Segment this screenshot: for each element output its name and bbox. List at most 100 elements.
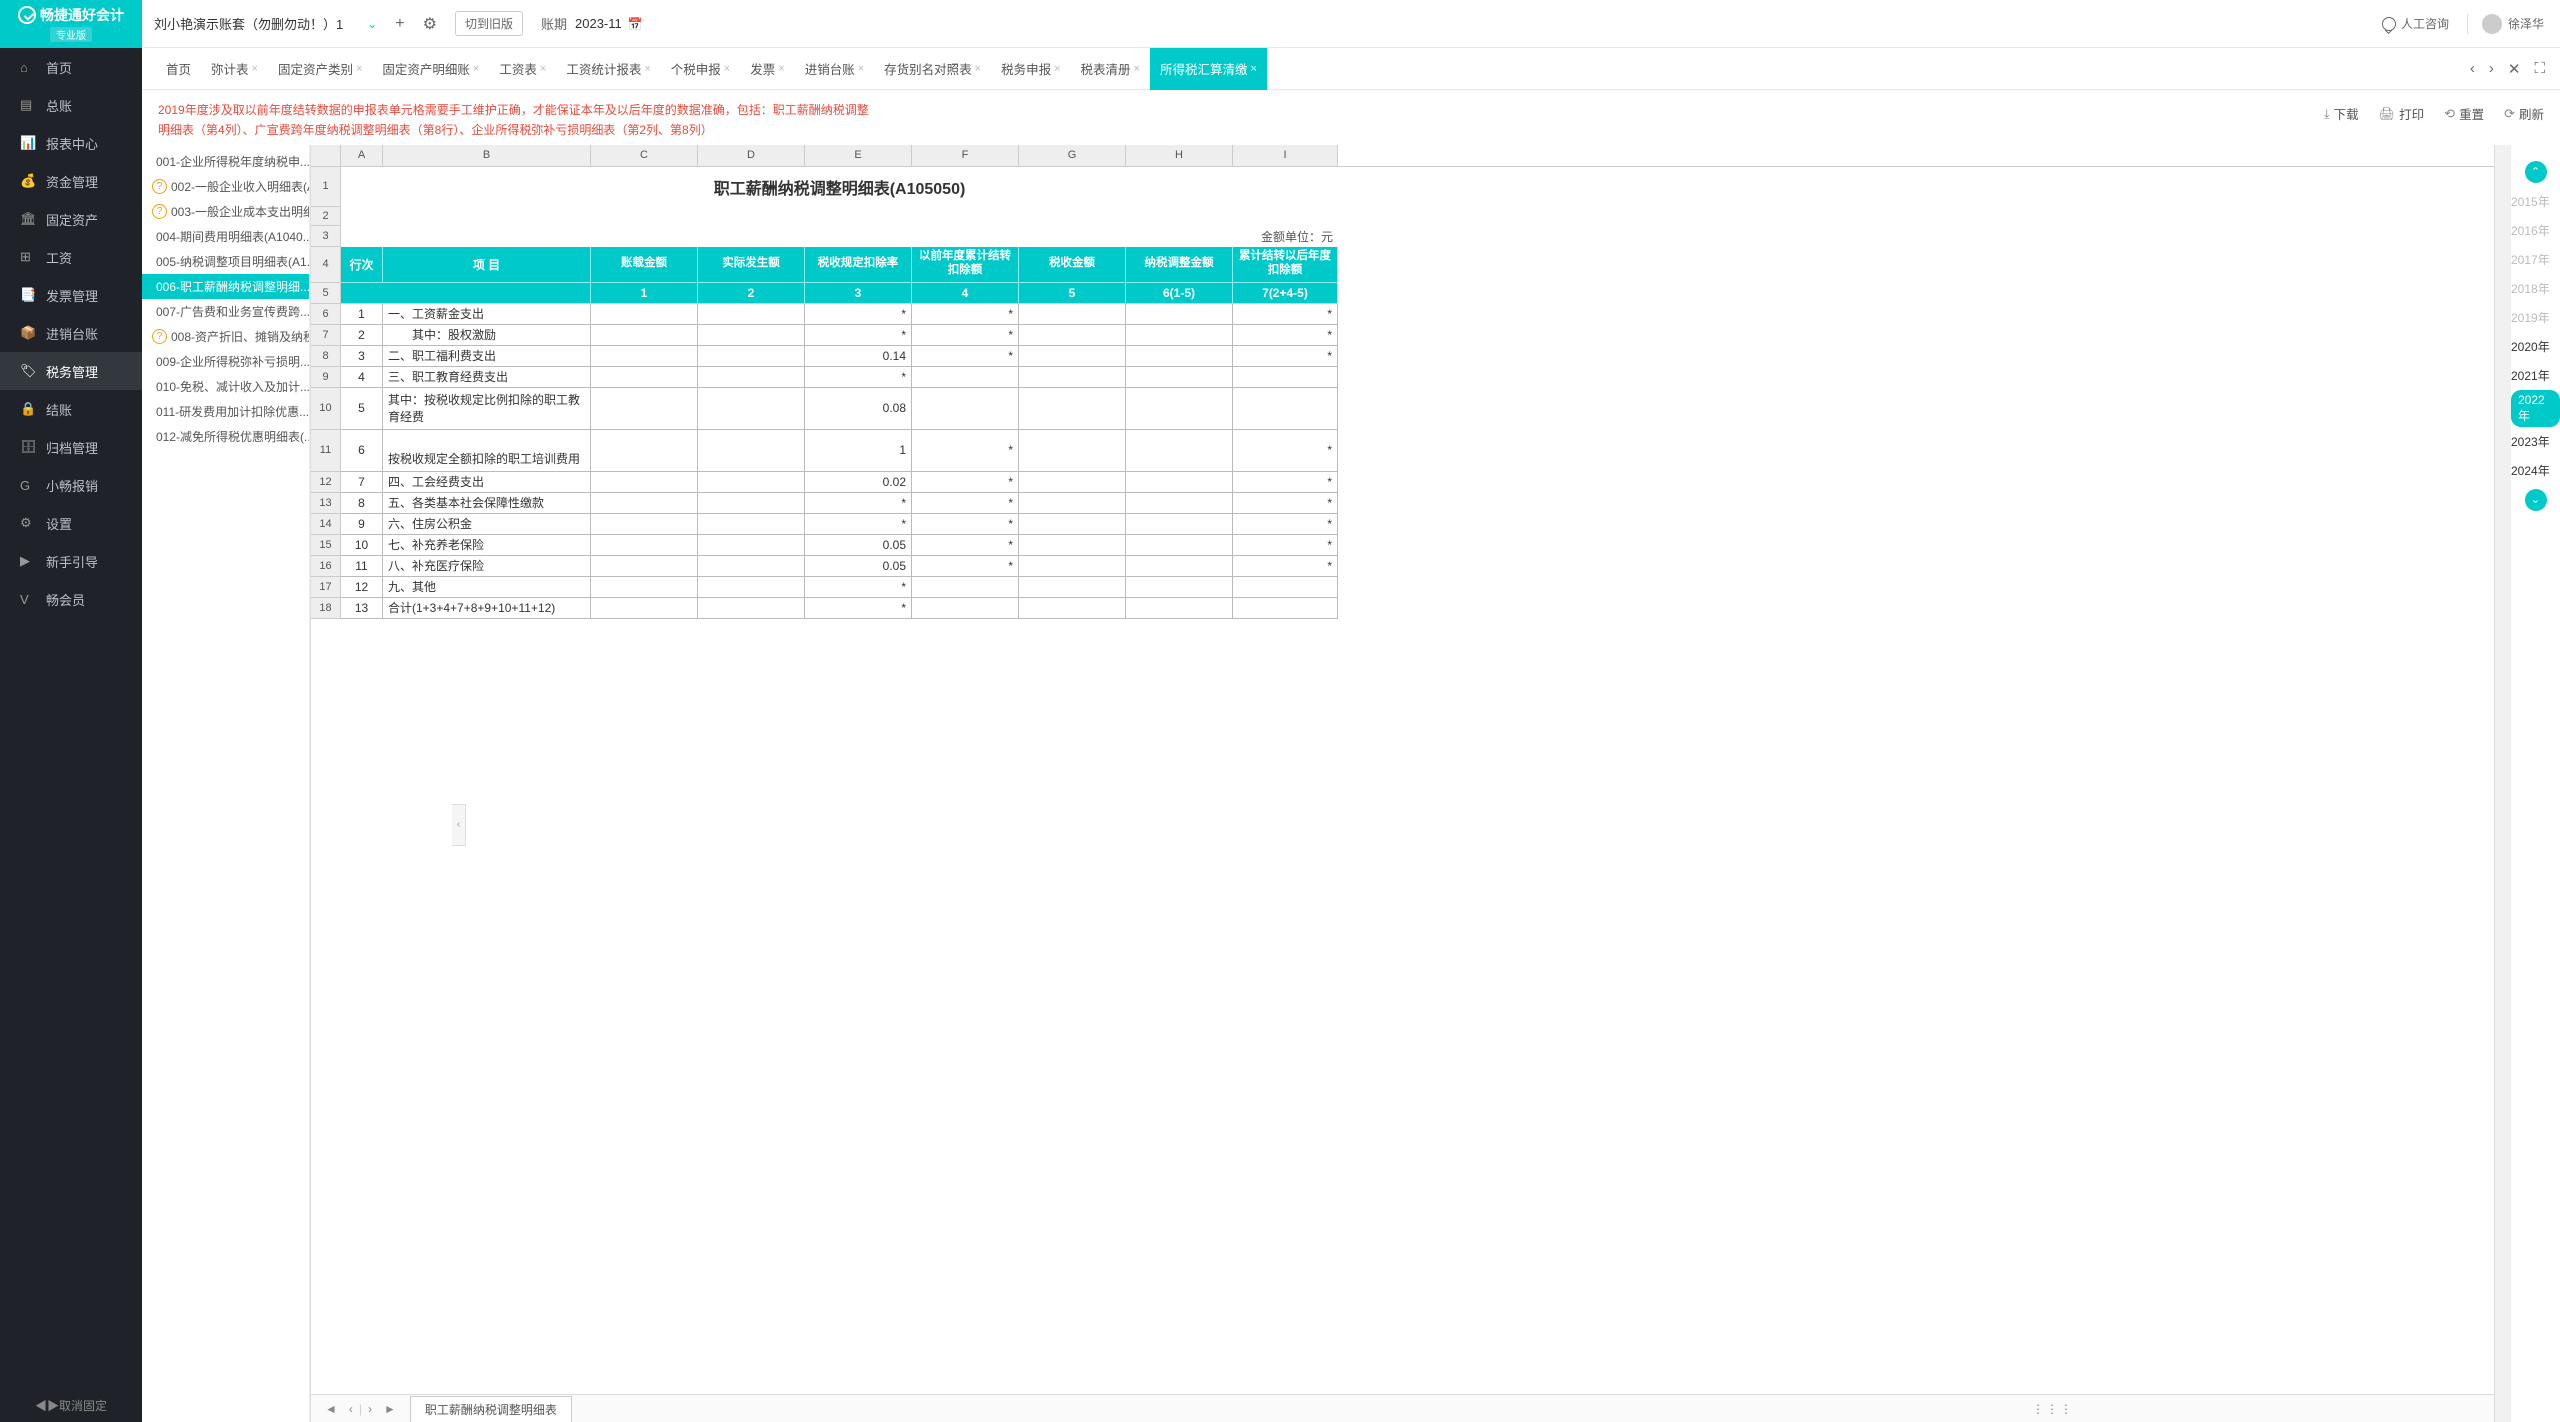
cell-c[interactable] bbox=[591, 367, 698, 388]
calendar-icon[interactable]: 📅 bbox=[628, 17, 643, 31]
cell-n[interactable]: 8 bbox=[341, 493, 383, 514]
colhdr-G[interactable]: G bbox=[1019, 145, 1126, 166]
cell-g[interactable] bbox=[1019, 430, 1126, 472]
cell-n[interactable]: 13 bbox=[341, 598, 383, 619]
rowhdr[interactable]: 12 bbox=[311, 472, 341, 493]
cell-h[interactable] bbox=[1126, 556, 1233, 577]
year-2020年[interactable]: 2020年 bbox=[2511, 332, 2560, 361]
cell-b[interactable]: 七、补充养老保险 bbox=[383, 535, 591, 556]
cell-i[interactable]: * bbox=[1233, 535, 1338, 556]
year-2015年[interactable]: 2015年 bbox=[2511, 187, 2560, 216]
cell-d[interactable] bbox=[698, 556, 805, 577]
cell-c[interactable] bbox=[591, 493, 698, 514]
doc-item-9[interactable]: 010-免税、减计收入及加计... bbox=[142, 374, 309, 399]
cell-i[interactable]: * bbox=[1233, 472, 1338, 493]
cell-b[interactable]: 一、工资薪金支出 bbox=[383, 304, 591, 325]
sidebar-item-2[interactable]: 📊报表中心 bbox=[0, 124, 142, 162]
rowhdr[interactable]: 11 bbox=[311, 430, 341, 472]
cell-g[interactable] bbox=[1019, 388, 1126, 430]
cell-d[interactable] bbox=[698, 535, 805, 556]
rowhdr[interactable]: 5 bbox=[311, 283, 341, 304]
cell-g[interactable] bbox=[1019, 472, 1126, 493]
cell-f[interactable]: * bbox=[912, 304, 1019, 325]
rowhdr[interactable]: 8 bbox=[311, 346, 341, 367]
rowhdr[interactable]: 2 bbox=[311, 207, 341, 226]
tab-close-icon[interactable]: × bbox=[1251, 63, 1257, 75]
cell-f[interactable] bbox=[912, 367, 1019, 388]
cell-d[interactable] bbox=[698, 598, 805, 619]
year-2022年[interactable]: 2022年 bbox=[2511, 390, 2560, 427]
cell-g[interactable] bbox=[1019, 577, 1126, 598]
cell-g[interactable] bbox=[1019, 346, 1126, 367]
cell-b[interactable]: 按税收规定全额扣除的职工培训费用 bbox=[383, 430, 591, 472]
rowhdr[interactable]: 1 bbox=[311, 167, 341, 207]
cell-h[interactable] bbox=[1126, 535, 1233, 556]
cell-h[interactable] bbox=[1126, 325, 1233, 346]
cell-b[interactable]: 五、各类基本社会保障性缴款 bbox=[383, 493, 591, 514]
colhdr-C[interactable]: C bbox=[591, 145, 698, 166]
sidebar-item-6[interactable]: 📑发票管理 bbox=[0, 276, 142, 314]
cell-d[interactable] bbox=[698, 325, 805, 346]
cell-n[interactable]: 11 bbox=[341, 556, 383, 577]
cell-c[interactable] bbox=[591, 325, 698, 346]
vertical-scrollbar[interactable] bbox=[2494, 145, 2510, 1422]
year-2016年[interactable]: 2016年 bbox=[2511, 216, 2560, 245]
cell-d[interactable] bbox=[698, 304, 805, 325]
cell-g[interactable] bbox=[1019, 493, 1126, 514]
rowhdr[interactable]: 13 bbox=[311, 493, 341, 514]
cell-d[interactable] bbox=[698, 472, 805, 493]
cell-n[interactable]: 3 bbox=[341, 346, 383, 367]
cell-c[interactable] bbox=[591, 346, 698, 367]
sidebar-item-9[interactable]: 🔒结账 bbox=[0, 390, 142, 428]
tab-4[interactable]: 工资表× bbox=[489, 48, 556, 90]
cell-i[interactable]: * bbox=[1233, 346, 1338, 367]
sidebar-item-3[interactable]: 💰资金管理 bbox=[0, 162, 142, 200]
year-2023年[interactable]: 2023年 bbox=[2511, 427, 2560, 456]
cell-n[interactable]: 12 bbox=[341, 577, 383, 598]
cell-g[interactable] bbox=[1019, 598, 1126, 619]
cell-i[interactable] bbox=[1233, 367, 1338, 388]
tab-close-icon[interactable]: × bbox=[778, 63, 784, 75]
doc-item-7[interactable]: 008-资产折旧、摊销及纳税... bbox=[142, 324, 309, 349]
colhdr-A[interactable]: A bbox=[341, 145, 383, 166]
tab-close-all-icon[interactable]: ✕ bbox=[2501, 60, 2528, 78]
cell-g[interactable] bbox=[1019, 325, 1126, 346]
tab-6[interactable]: 个税申报× bbox=[661, 48, 740, 90]
refresh-button[interactable]: ⟳刷新 bbox=[2504, 104, 2544, 123]
cell-c[interactable] bbox=[591, 388, 698, 430]
sidebar-item-10[interactable]: 🗄归档管理 bbox=[0, 428, 142, 466]
cell-g[interactable] bbox=[1019, 514, 1126, 535]
cell-h[interactable] bbox=[1126, 367, 1233, 388]
sheet-next-icon[interactable]: › bbox=[362, 1402, 378, 1416]
doc-item-8[interactable]: 009-企业所得税弥补亏损明... bbox=[142, 349, 309, 374]
doc-item-1[interactable]: 002-一般企业收入明细表(A1... bbox=[142, 174, 309, 199]
cell-d[interactable] bbox=[698, 388, 805, 430]
add-icon[interactable]: + bbox=[395, 15, 404, 33]
user-menu[interactable]: 徐泽华 bbox=[2467, 14, 2544, 34]
cell-c[interactable] bbox=[591, 577, 698, 598]
sheet-first-icon[interactable]: ◄ bbox=[319, 1402, 343, 1416]
colhdr-D[interactable]: D bbox=[698, 145, 805, 166]
tab-close-icon[interactable]: × bbox=[252, 63, 258, 75]
cell-b[interactable]: 八、补充医疗保险 bbox=[383, 556, 591, 577]
cell-n[interactable]: 7 bbox=[341, 472, 383, 493]
colhdr-I[interactable]: I bbox=[1233, 145, 1338, 166]
cell-i[interactable]: * bbox=[1233, 304, 1338, 325]
sheet-last-icon[interactable]: ► bbox=[378, 1402, 402, 1416]
sidebar-item-14[interactable]: V畅会员 bbox=[0, 580, 142, 618]
cell-i[interactable]: * bbox=[1233, 556, 1338, 577]
sidebar-item-5[interactable]: ⊞工资 bbox=[0, 238, 142, 276]
year-down-icon[interactable]: ⌄ bbox=[2525, 489, 2547, 511]
cell-f[interactable] bbox=[912, 598, 1019, 619]
cell-c[interactable] bbox=[591, 535, 698, 556]
rowhdr[interactable]: 15 bbox=[311, 535, 341, 556]
tab-7[interactable]: 发票× bbox=[740, 48, 794, 90]
sidebar-item-7[interactable]: 📦进销台账 bbox=[0, 314, 142, 352]
sidebar-item-1[interactable]: ▤总账 bbox=[0, 86, 142, 124]
cell-i[interactable]: * bbox=[1233, 514, 1338, 535]
tab-5[interactable]: 工资统计报表× bbox=[556, 48, 660, 90]
tab-3[interactable]: 固定资产明细账× bbox=[372, 48, 489, 90]
cell-g[interactable] bbox=[1019, 535, 1126, 556]
year-2019年[interactable]: 2019年 bbox=[2511, 303, 2560, 332]
cell-h[interactable] bbox=[1126, 472, 1233, 493]
